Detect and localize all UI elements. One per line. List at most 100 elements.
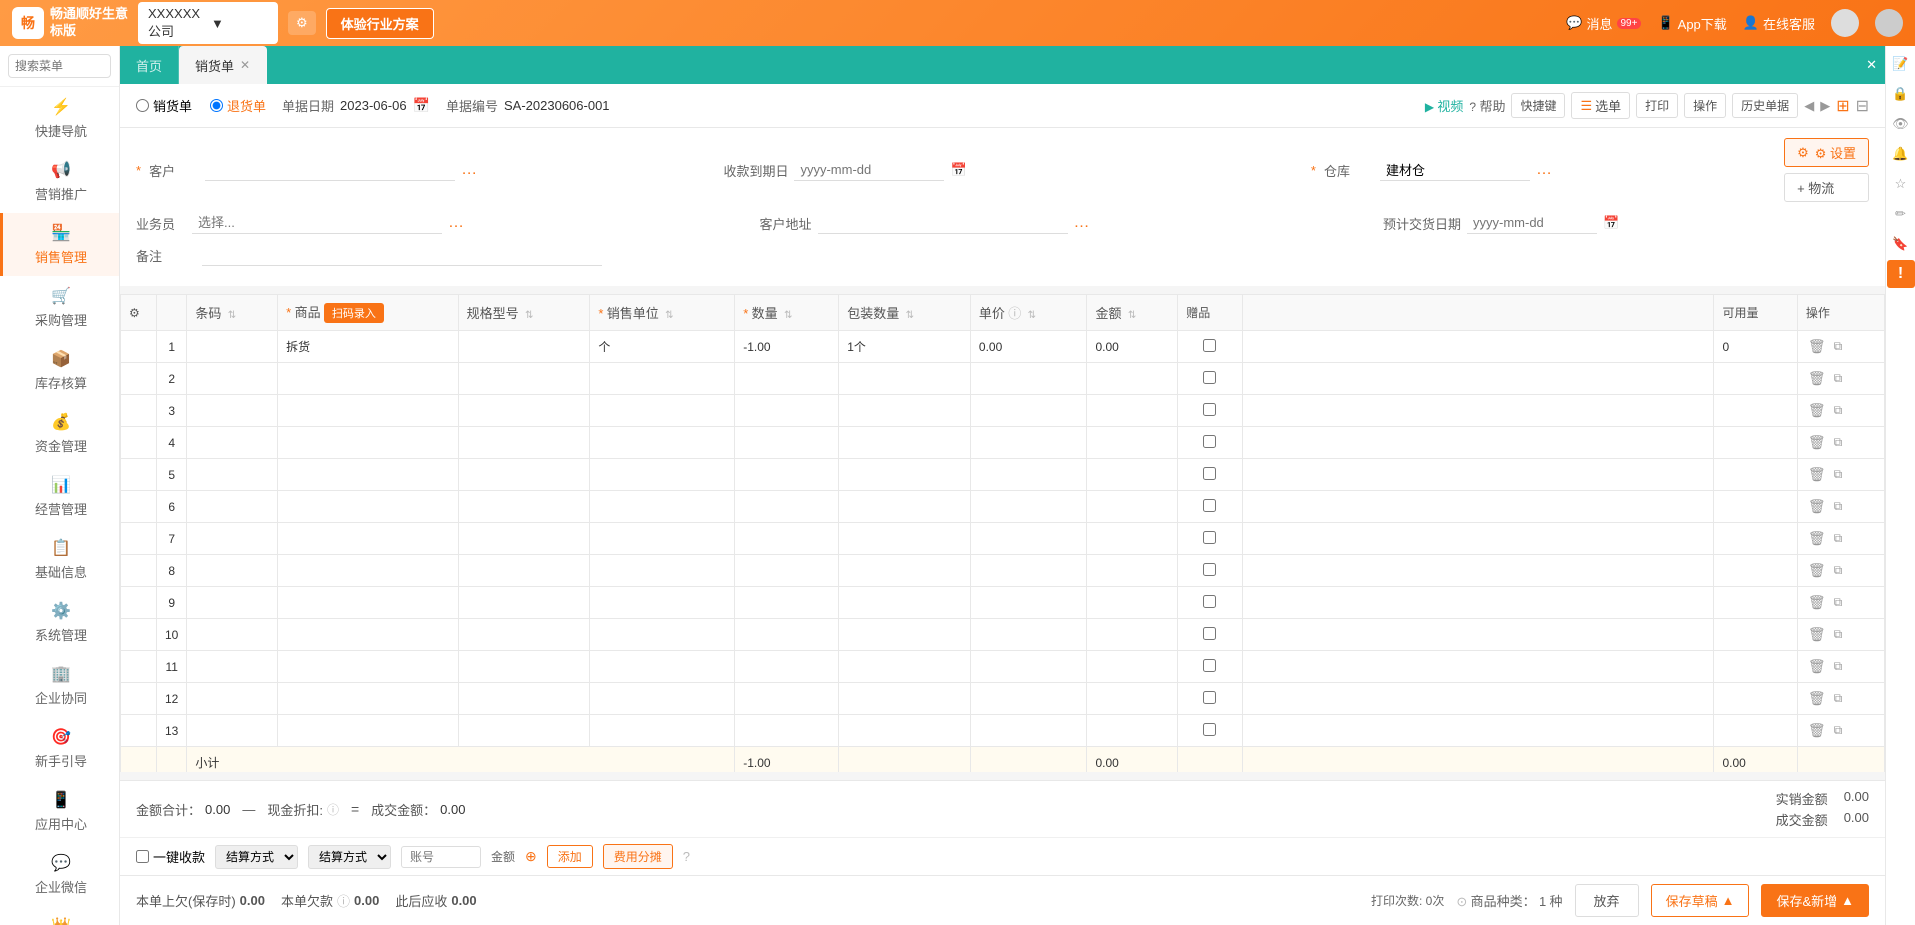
- sidebar-item-finance[interactable]: 💰 资金管理: [0, 402, 119, 465]
- list-view-icon[interactable]: ⊟: [1856, 96, 1869, 116]
- return-order-radio-label[interactable]: 退货单: [210, 96, 266, 115]
- calendar-icon[interactable]: 📅: [413, 97, 430, 114]
- row1-gift[interactable]: [1178, 331, 1242, 363]
- row1-unit[interactable]: 个: [590, 331, 735, 363]
- total-owe-info[interactable]: ⓘ: [337, 891, 350, 910]
- qty-sort-icon[interactable]: ⇅: [784, 310, 792, 321]
- account-input[interactable]: [401, 846, 481, 868]
- expense-btn[interactable]: 费用分摊: [603, 844, 673, 869]
- next-icon[interactable]: ▶: [1820, 98, 1830, 114]
- row7-copy-btn[interactable]: ⧉: [1832, 529, 1845, 548]
- warehouse-dots[interactable]: …: [1536, 161, 1552, 179]
- sales-order-radio[interactable]: [136, 99, 149, 112]
- settlement-select[interactable]: 结算方式: [215, 845, 298, 869]
- unit-price-info-icon[interactable]: ⓘ: [1008, 306, 1021, 321]
- grid-view-icon[interactable]: ⊞: [1836, 96, 1849, 116]
- print-btn[interactable]: 打印: [1636, 93, 1678, 118]
- shortcut-btn[interactable]: 快捷键: [1511, 93, 1565, 118]
- save-draft-dropdown-icon[interactable]: ▲: [1722, 893, 1735, 908]
- sidebar-item-purchase[interactable]: 🛒 采购管理: [0, 276, 119, 339]
- barcode-sort-icon[interactable]: ⇅: [228, 310, 236, 321]
- row9-delete-btn[interactable]: 🗑: [1806, 592, 1828, 613]
- discount-info-icon[interactable]: ⓘ: [327, 801, 339, 818]
- customer-dots[interactable]: …: [461, 161, 477, 179]
- salesperson-input[interactable]: [192, 212, 442, 234]
- row10-copy-btn[interactable]: ⧉: [1832, 625, 1845, 644]
- row12-copy-btn[interactable]: ⧉: [1832, 689, 1845, 708]
- row4-delete-btn[interactable]: 🗑: [1806, 432, 1828, 453]
- rt-lock-icon[interactable]: 🔒: [1887, 80, 1915, 108]
- avatar[interactable]: [1831, 9, 1859, 37]
- row5-delete-btn[interactable]: 🗑: [1806, 464, 1828, 485]
- rt-active-icon[interactable]: !: [1887, 260, 1915, 288]
- save-new-dropdown-icon[interactable]: ▲: [1841, 893, 1854, 908]
- prev-icon[interactable]: ◀: [1804, 98, 1814, 114]
- sidebar-item-enterprise[interactable]: 🏢 企业协同: [0, 654, 119, 717]
- save-new-btn[interactable]: 保存&新增 ▲: [1761, 884, 1869, 917]
- row8-delete-btn[interactable]: 🗑: [1806, 560, 1828, 581]
- product-type-info-icon[interactable]: ⊙: [1456, 894, 1467, 909]
- online-service-btn[interactable]: 👤 在线客服: [1743, 14, 1815, 33]
- sidebar-item-member[interactable]: 👑 畅会员: [0, 906, 119, 925]
- row9-copy-btn[interactable]: ⧉: [1832, 593, 1845, 612]
- sidebar-item-marketing[interactable]: 📢 营销推广: [0, 150, 119, 213]
- row2-copy-btn[interactable]: ⧉: [1832, 369, 1845, 388]
- sidebar-item-basic-info[interactable]: 📋 基础信息: [0, 528, 119, 591]
- rt-bell-icon[interactable]: 🔔: [1887, 140, 1915, 168]
- operations-btn[interactable]: 操作: [1684, 93, 1726, 118]
- one-click-payment-label[interactable]: 一键收款: [136, 847, 205, 866]
- row5-copy-btn[interactable]: ⧉: [1832, 465, 1845, 484]
- delivery-calendar-icon[interactable]: 📅: [1603, 215, 1619, 231]
- amount-sort-icon[interactable]: ⇅: [1128, 310, 1136, 321]
- trial-btn[interactable]: 体验行业方案: [326, 8, 434, 39]
- tab-close-icon[interactable]: ✕: [240, 58, 250, 72]
- select-btn[interactable]: ☰ 选单: [1571, 92, 1630, 119]
- close-all-icon[interactable]: ✕: [1866, 57, 1877, 72]
- order-settings-btn[interactable]: ⚙ ⚙ 设置: [1784, 138, 1869, 167]
- sidebar-item-inventory[interactable]: 📦 库存核算: [0, 339, 119, 402]
- row11-delete-btn[interactable]: 🗑: [1806, 656, 1828, 677]
- row1-pkg-qty[interactable]: 1个: [839, 331, 971, 363]
- row3-copy-btn[interactable]: ⧉: [1832, 401, 1845, 420]
- row1-barcode[interactable]: [187, 331, 278, 363]
- sidebar-item-sales[interactable]: 🏪 销售管理: [0, 213, 119, 276]
- customer-input[interactable]: [205, 159, 455, 181]
- rt-notes-icon[interactable]: 📝: [1887, 50, 1915, 78]
- row3-delete-btn[interactable]: 🗑: [1806, 400, 1828, 421]
- delivery-date-input[interactable]: [1467, 212, 1597, 234]
- row10-delete-btn[interactable]: 🗑: [1806, 624, 1828, 645]
- customer-address-input[interactable]: [818, 212, 1068, 234]
- row13-delete-btn[interactable]: 🗑: [1806, 720, 1828, 741]
- settlement-select-2[interactable]: 结算方式: [308, 845, 391, 869]
- help-btn[interactable]: ? 帮助: [1469, 96, 1505, 115]
- save-draft-btn[interactable]: 保存草稿 ▲: [1651, 884, 1750, 917]
- video-btn[interactable]: ▶ 视频: [1425, 96, 1464, 115]
- row12-delete-btn[interactable]: 🗑: [1806, 688, 1828, 709]
- row1-quantity[interactable]: -1.00: [735, 331, 839, 363]
- sidebar-item-quick-nav[interactable]: ⚡ 快捷导航: [0, 87, 119, 150]
- app-download-btn[interactable]: 📱 App下载: [1657, 14, 1726, 33]
- expense-help-icon[interactable]: ?: [683, 849, 690, 864]
- logistics-btn[interactable]: + 物流: [1784, 173, 1869, 202]
- sidebar-search-input[interactable]: [8, 54, 111, 78]
- scan-btn[interactable]: 扫码录入: [324, 303, 384, 323]
- avatar-2[interactable]: [1875, 9, 1903, 37]
- sidebar-item-system[interactable]: ⚙️ 系统管理: [0, 591, 119, 654]
- company-selector[interactable]: XXXXXX公司 ▼: [138, 2, 278, 44]
- row1-product[interactable]: 拆货: [278, 331, 458, 363]
- row1-spec[interactable]: [458, 331, 590, 363]
- one-click-payment-checkbox[interactable]: [136, 850, 149, 863]
- sidebar-item-operations[interactable]: 📊 经营管理: [0, 465, 119, 528]
- spec-sort-icon[interactable]: ⇅: [525, 310, 533, 321]
- row8-copy-btn[interactable]: ⧉: [1832, 561, 1845, 580]
- payment-date-input[interactable]: [794, 159, 944, 181]
- history-btn[interactable]: 历史单据: [1732, 93, 1798, 118]
- discard-btn[interactable]: 放弃: [1575, 884, 1639, 917]
- row6-delete-btn[interactable]: 🗑: [1806, 496, 1828, 517]
- return-order-radio[interactable]: [210, 99, 223, 112]
- settings-gear-btn[interactable]: ⚙: [288, 11, 316, 35]
- row13-copy-btn[interactable]: ⧉: [1832, 721, 1845, 740]
- row7-delete-btn[interactable]: 🗑: [1806, 528, 1828, 549]
- row6-copy-btn[interactable]: ⧉: [1832, 497, 1845, 516]
- rt-bookmark-icon[interactable]: 🔖: [1887, 230, 1915, 258]
